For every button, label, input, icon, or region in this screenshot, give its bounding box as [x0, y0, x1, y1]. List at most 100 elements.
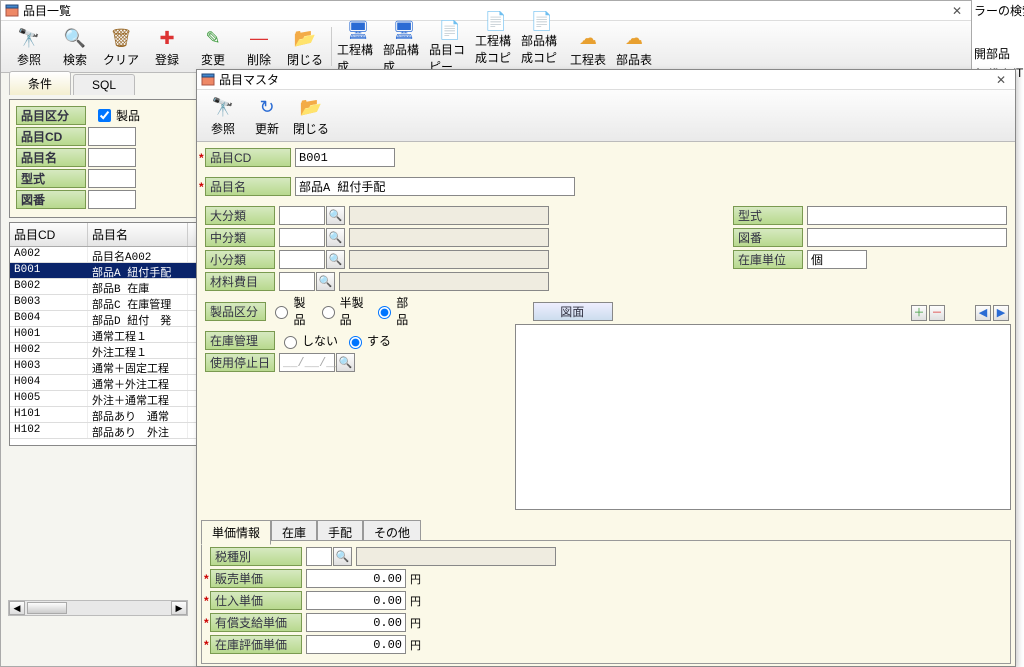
field-cat3-input[interactable] [279, 250, 325, 269]
price-supply-value[interactable]: 0.00 [306, 613, 406, 632]
item-master-window: 品目マスタ ✕ 🔭参照↻更新📂閉じる 品目CD B001 品目名 部品A 紐付手… [196, 69, 1016, 667]
tb-register-label: 登録 [155, 51, 179, 68]
filter-product-checkbox[interactable]: 製品 [94, 106, 140, 125]
cat2-lookup-button[interactable]: 🔍 [326, 228, 345, 247]
ct-view[interactable]: 🔭参照 [201, 92, 245, 140]
tb-bom[interactable]: 🖥部品構成 [382, 23, 426, 71]
material-lookup-button[interactable]: 🔍 [316, 272, 335, 291]
image-next-button[interactable]: ▶ [993, 305, 1009, 321]
tb-delete[interactable]: —削除 [237, 23, 281, 71]
stock-radio-group[interactable]: しないする [279, 332, 391, 349]
field-cd-value[interactable]: B001 [295, 148, 395, 167]
kubun-option[interactable]: 半製品 [317, 294, 368, 328]
field-material-input[interactable] [279, 272, 315, 291]
child-toolbar: 🔭参照↻更新📂閉じる [197, 90, 1015, 142]
stock-option[interactable]: しない [279, 332, 338, 349]
child-close-button[interactable]: ✕ [991, 73, 1011, 87]
tb-itemcopy[interactable]: 📄品目コピー [428, 23, 472, 71]
app-icon [5, 4, 19, 18]
cell-cd: B001 [10, 263, 88, 278]
tb-search-icon: 🔍 [63, 27, 87, 51]
stock-option[interactable]: する [344, 332, 391, 349]
tb-close[interactable]: 📂閉じる [283, 23, 327, 71]
kubun-option[interactable]: 製品 [270, 294, 310, 328]
field-unit-value[interactable]: 個 [807, 250, 867, 269]
ct-update[interactable]: ↻更新 [245, 92, 289, 140]
ct-close[interactable]: 📂閉じる [289, 92, 333, 140]
cell-name: 通常＋外注工程 [88, 375, 188, 390]
grid-header-cd[interactable]: 品目CD [10, 223, 88, 246]
cell-name: 部品C 在庫管理 [88, 295, 188, 310]
cell-cd: H102 [10, 423, 88, 438]
cell-cd: B002 [10, 279, 88, 294]
field-name-value[interactable]: 部品A 紐付手配 [295, 177, 575, 196]
stopdate-lookup-button[interactable]: 🔍 [336, 353, 355, 372]
tb-process[interactable]: 🖥工程構成 [336, 23, 380, 71]
field-cat2-name [349, 228, 549, 247]
filter-cd-label: 品目CD [16, 127, 86, 146]
tb-edit[interactable]: ✎変更 [191, 23, 235, 71]
field-cat1-input[interactable] [279, 206, 325, 225]
filter-model-input[interactable] [88, 169, 136, 188]
tb-search[interactable]: 🔍検索 [53, 23, 97, 71]
taxkind-lookup-button[interactable]: 🔍 [333, 547, 352, 566]
scroll-left-button[interactable]: ◀ [9, 601, 25, 615]
filter-name-input[interactable] [88, 148, 136, 167]
filter-drawing-label: 図番 [16, 190, 86, 209]
field-cat3-label: 小分類 [205, 250, 275, 269]
tb-bomtable[interactable]: ☁部品表 [612, 23, 656, 71]
price-taxkind-input[interactable] [306, 547, 332, 566]
scroll-right-button[interactable]: ▶ [171, 601, 187, 615]
parent-close-button[interactable]: ✕ [947, 4, 967, 18]
tb-proctable[interactable]: ☁工程表 [566, 23, 610, 71]
tb-clear-icon: 🗑 [109, 27, 133, 51]
field-kubun-label: 製品区分 [205, 302, 266, 321]
price-sell-value[interactable]: 0.00 [306, 569, 406, 588]
right-parts-fragment: 開部品 [974, 43, 1024, 64]
tb-register[interactable]: ✚登録 [145, 23, 189, 71]
filter-drawing-input[interactable] [88, 190, 136, 209]
field-cat3-name [349, 250, 549, 269]
scroll-thumb[interactable] [27, 602, 67, 614]
field-name-label: 品目名 [205, 177, 291, 196]
cat1-lookup-button[interactable]: 🔍 [326, 206, 345, 225]
tb-register-icon: ✚ [155, 27, 179, 51]
child-titlebar: 品目マスタ ✕ [197, 70, 1015, 90]
tab-condition[interactable]: 条件 [9, 71, 71, 95]
tb-clear[interactable]: 🗑クリア [99, 23, 143, 71]
cat3-lookup-button[interactable]: 🔍 [326, 250, 345, 269]
field-model-input[interactable] [807, 206, 1007, 225]
cell-cd: H003 [10, 359, 88, 374]
drawing-button[interactable]: 図面 [533, 302, 613, 321]
field-drawing-input[interactable] [807, 228, 1007, 247]
field-cat2-input[interactable] [279, 228, 325, 247]
cell-name: 通常工程１ [88, 327, 188, 342]
tb-bom-icon: 🖥 [392, 20, 416, 41]
tb-clear-label: クリア [103, 51, 139, 68]
tb-view[interactable]: 🔭参照 [7, 23, 51, 71]
image-add-button[interactable]: ＋ [911, 305, 927, 321]
price-stockval-value[interactable]: 0.00 [306, 635, 406, 654]
cell-name: 部品D 紐付 発 [88, 311, 188, 326]
price-taxkind-name [356, 547, 556, 566]
tab-sql[interactable]: SQL [73, 74, 135, 95]
kubun-option[interactable]: 部品 [373, 294, 413, 328]
cell-name: 通常＋固定工程 [88, 359, 188, 374]
cell-name: 部品あり 通常 [88, 407, 188, 422]
price-buy-value[interactable]: 0.00 [306, 591, 406, 610]
field-stopdate-input[interactable]: __/__/__ [279, 353, 335, 372]
price-sell-label: 販売単価 [210, 569, 302, 588]
image-remove-button[interactable]: － [929, 305, 945, 321]
filter-cd-input[interactable] [88, 127, 136, 146]
tb-delete-icon: — [247, 27, 271, 51]
kubun-radio-group[interactable]: 製品半製品部品 [270, 294, 413, 328]
tb-proccopy[interactable]: 📄工程構成コピー [474, 23, 518, 71]
grid-header-name[interactable]: 品目名 [88, 223, 188, 246]
price-buy-label: 仕入単価 [210, 591, 302, 610]
ct-view-label: 参照 [211, 120, 235, 137]
tb-bomcopy[interactable]: 📄部品構成コピー [520, 23, 564, 71]
subtab-0[interactable]: 単価情報 [201, 520, 271, 545]
h-scrollbar[interactable]: ◀ ▶ [8, 600, 188, 616]
yen-unit: 円 [410, 637, 421, 653]
image-prev-button[interactable]: ◀ [975, 305, 991, 321]
